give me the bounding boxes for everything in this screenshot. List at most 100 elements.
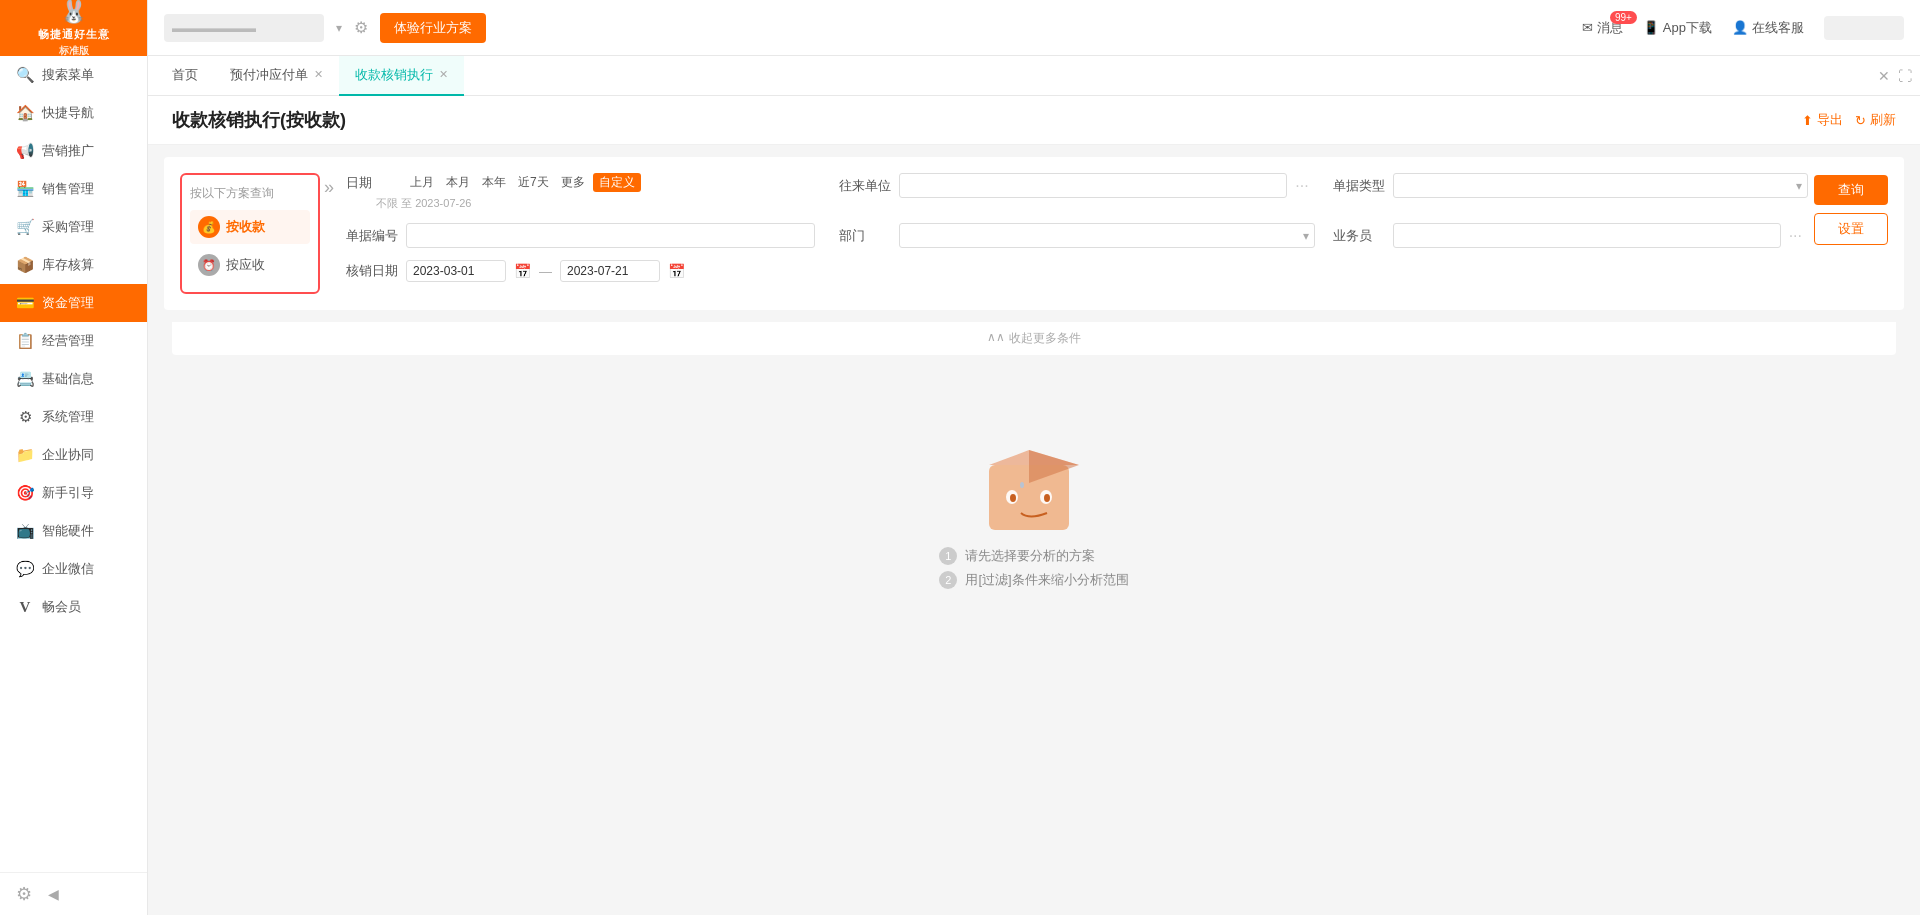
sidebar-item-sales[interactable]: 🏪 销售管理 [0,170,147,208]
date-label: 日期 [346,174,398,192]
date-filter-group: 日期 上月 本月 本年 近7天 更多 自定义 不限 [346,173,815,211]
sidebar-item-hardware[interactable]: 📺 智能硬件 [0,512,147,550]
custom-date-btn[interactable]: 自定义 [593,173,641,192]
online-service-button[interactable]: 👤 在线客服 [1732,19,1804,37]
sidebar-item-guide[interactable]: 🎯 新手引导 [0,474,147,512]
filter-scheme-selector: 按以下方案查询 💰 按收款 ⏰ 按应收 [180,173,320,294]
this-year-btn[interactable]: 本年 [478,173,510,192]
doc-type-select[interactable] [1393,173,1808,198]
doc-type-filter: 单据类型 ▾ [1333,173,1802,198]
export-icon: ⬆ [1802,113,1813,128]
sidebar-item-label: 库存核算 [42,256,94,274]
brand-selector[interactable]: ▬▬▬▬▬▬▬ [164,14,324,42]
app-download-button[interactable]: 📱 App下载 [1643,19,1712,37]
more-date-btn[interactable]: 更多 [557,173,589,192]
sidebar-item-inventory[interactable]: 📦 库存核算 [0,246,147,284]
export-button[interactable]: ⬆ 导出 [1802,111,1843,129]
topbar-gear-icon[interactable]: ⚙ [354,18,368,37]
empty-hints: 1 请先选择要分析的方案 2 用[过滤]条件来缩小分析范围 [939,547,1128,589]
sidebar-item-basic-info[interactable]: 📇 基础信息 [0,360,147,398]
content-area: 收款核销执行(按收款) ⬆ 导出 ↻ 刷新 按以下方案查询 💰 按收款 [148,96,1920,915]
verif-date-start-input[interactable] [406,260,506,282]
sidebar-item-finance[interactable]: 💳 资金管理 [0,284,147,322]
last-7-days-btn[interactable]: 近7天 [514,173,553,192]
hint-text-2: 用[过滤]条件来缩小分析范围 [965,571,1128,589]
app-logo: 🐰 畅捷通好生意 标准版 [0,0,147,56]
verif-date-start-calendar-icon[interactable]: 📅 [514,263,531,279]
user-avatar[interactable] [1824,16,1904,40]
export-label: 导出 [1817,111,1843,129]
department-select[interactable] [899,223,1314,248]
message-icon: ✉ [1582,20,1593,35]
counterparty-label: 往来单位 [839,177,891,195]
hardware-icon: 📺 [16,522,34,540]
date-to-hint: 至 2023-07-26 [401,197,471,209]
empty-hint-2: 2 用[过滤]条件来缩小分析范围 [939,571,1128,589]
brand-dropdown-icon[interactable]: ▾ [336,21,342,35]
this-month-btn[interactable]: 本月 [442,173,474,192]
collapse-sidebar-icon[interactable]: ◀ [48,886,59,902]
hint-num-1: 1 [939,547,957,565]
sidebar-item-purchase[interactable]: 🛒 采购管理 [0,208,147,246]
counterparty-input[interactable] [899,173,1287,198]
close-window-icon[interactable]: ✕ [1878,68,1890,84]
filter-settings-button[interactable]: 设置 [1814,213,1888,245]
settings-bottom-icon[interactable]: ⚙ [16,883,32,905]
sidebar-item-wechat[interactable]: 💬 企业微信 [0,550,147,588]
logo-icon: 🐰 [60,0,87,25]
operations-icon: 📋 [16,332,34,350]
verif-date-end-input[interactable] [560,260,660,282]
filter-collapse-button[interactable]: » [324,173,334,294]
sidebar-item-label: 搜索菜单 [42,66,94,84]
collab-icon: 📁 [16,446,34,464]
last-month-btn[interactable]: 上月 [406,173,438,192]
sidebar-item-label: 系统管理 [42,408,94,426]
filter-row2: 单据编号 部门 ▾ 业务员 ··· [346,223,1802,248]
solution-button[interactable]: 体验行业方案 [380,13,486,43]
salesperson-more-icon[interactable]: ··· [1789,227,1802,245]
salesperson-filter: 业务员 ··· [1333,223,1802,248]
verif-date-end-calendar-icon[interactable]: 📅 [668,263,685,279]
sidebar-item-collab[interactable]: 📁 企业协同 [0,436,147,474]
expand-window-icon[interactable]: ⛶ [1898,68,1912,84]
sidebar-item-system[interactable]: ⚙ 系统管理 [0,398,147,436]
tab-home[interactable]: 首页 [156,56,214,96]
counterparty-more-icon[interactable]: ··· [1295,177,1308,195]
verif-date-separator: — [539,264,552,279]
filter-option-label: 按应收 [226,256,265,274]
tab-receipt-verify[interactable]: 收款核销执行 ✕ [339,56,464,96]
sidebar-item-label: 企业微信 [42,560,94,578]
sidebar-item-member[interactable]: V 畅会员 [0,588,147,626]
doc-number-input[interactable] [406,223,815,248]
tab-receipt-verify-label: 收款核销执行 [355,66,433,84]
empty-state: 1 请先选择要分析的方案 2 用[过滤]条件来缩小分析范围 [148,355,1920,629]
collapse-more-button[interactable]: ∧∧ 收起更多条件 [172,322,1896,355]
tab-prepay[interactable]: 预付冲应付单 ✕ [214,56,339,96]
sidebar-item-search[interactable]: 🔍 搜索菜单 [0,56,147,94]
sidebar-item-marketing[interactable]: 📢 营销推广 [0,132,147,170]
search-icon: 🔍 [16,66,34,84]
filter-option-by-receivable[interactable]: ⏰ 按应收 [190,248,310,282]
salesperson-input[interactable] [1393,223,1781,248]
sidebar-item-label: 营销推广 [42,142,94,160]
filter-panel: 按以下方案查询 💰 按收款 ⏰ 按应收 » [164,157,1904,310]
date-shortcuts: 上月 本月 本年 近7天 更多 自定义 [406,173,641,192]
svg-point-7 [1020,482,1024,488]
home-icon: 🏠 [16,104,34,122]
tab-receipt-verify-close-icon[interactable]: ✕ [439,68,448,81]
tab-prepay-close-icon[interactable]: ✕ [314,68,323,81]
topbar: ▬▬▬▬▬▬▬ ▾ ⚙ 体验行业方案 ✉ 消息 99+ 📱 App下载 👤 在线… [148,0,1920,56]
sidebar-item-quicknav[interactable]: 🏠 快捷导航 [0,94,147,132]
svg-point-5 [1010,494,1016,502]
salesperson-label: 业务员 [1333,227,1385,245]
refresh-button[interactable]: ↻ 刷新 [1855,111,1896,129]
message-button[interactable]: ✉ 消息 99+ [1582,19,1623,37]
refresh-icon: ↻ [1855,113,1866,128]
sidebar-item-operations[interactable]: 📋 经营管理 [0,322,147,360]
brand-name: ▬▬▬▬▬▬▬ [172,21,256,35]
filter-option-by-receipt[interactable]: 💰 按收款 [190,210,310,244]
empty-illustration [974,435,1094,535]
collapse-more-label: 收起更多条件 [1009,330,1081,347]
wechat-icon: 💬 [16,560,34,578]
query-button[interactable]: 查询 [1814,175,1888,205]
